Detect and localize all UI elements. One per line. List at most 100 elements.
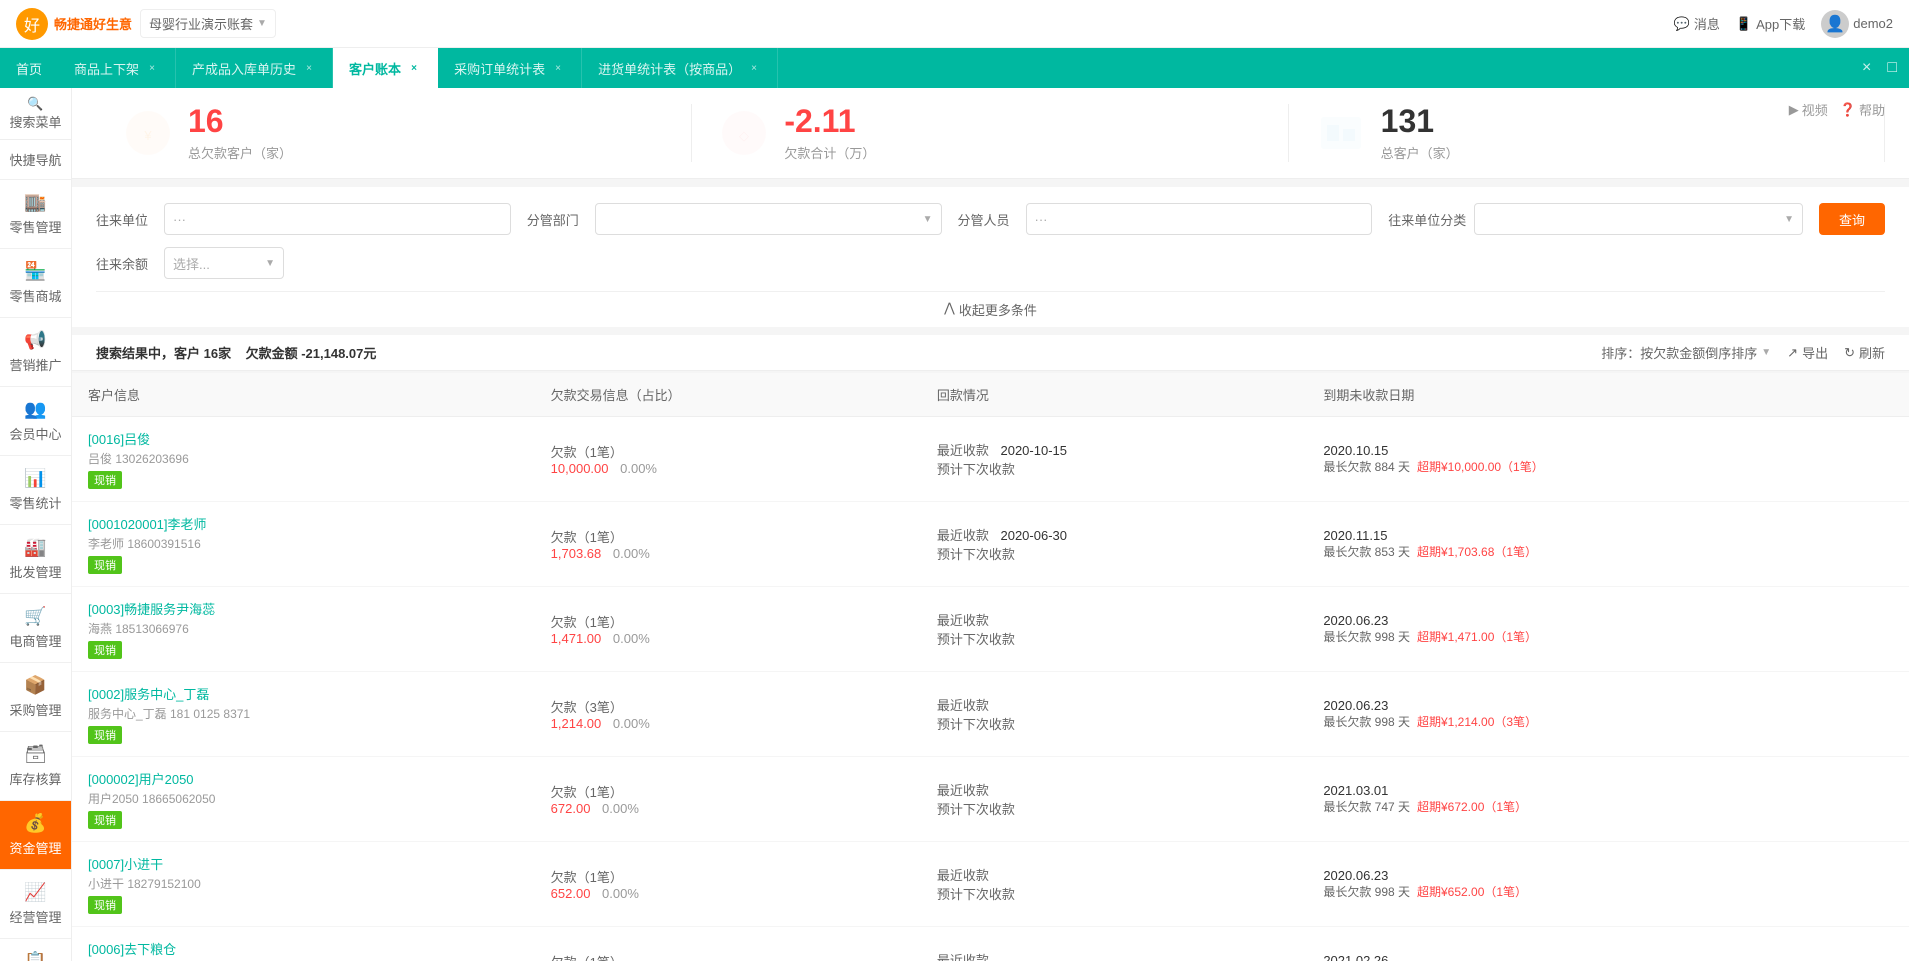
customer-tag: 现销	[88, 896, 122, 914]
window-maximize-button[interactable]: □	[1883, 55, 1901, 81]
cell-collection-info: 最近收款 预计下次收款	[921, 757, 1307, 842]
store-select[interactable]: 母婴行业演示账套 ▼	[140, 9, 276, 38]
overdue-amount-link[interactable]: 超期¥1,471.00（1笔）	[1417, 630, 1537, 644]
manager-input[interactable]: ···	[1026, 203, 1373, 235]
due-date: 2020.10.15	[1323, 443, 1893, 458]
app-download-button[interactable]: 📱 App下载	[1736, 14, 1805, 33]
stats-row: ¥ 16 总欠款客户（家） ◇ -2.11 欠款合计（	[72, 88, 1909, 179]
overdue-amount-link[interactable]: 超期¥672.00（1笔）	[1417, 800, 1527, 814]
sidebar-item-marketing[interactable]: 📢 营销推广	[0, 318, 71, 387]
export-button[interactable]: ↗ 导出	[1787, 343, 1828, 362]
next-collect: 预计下次收款	[937, 544, 1291, 563]
sidebar-item-basic-info[interactable]: 📋 基础信息	[0, 939, 71, 961]
filter-unit-category: 往来单位分类 ▼	[1388, 203, 1803, 235]
last-collect: 最近收款	[937, 610, 1291, 629]
sidebar-quick-nav[interactable]: 快捷导航	[0, 140, 71, 180]
sidebar-item-operations[interactable]: 📈 经营管理	[0, 870, 71, 939]
basic-info-icon: 📋	[24, 951, 46, 961]
avatar: 👤	[1821, 10, 1849, 38]
last-collect: 最近收款	[937, 780, 1291, 799]
table-row: [0006]去下粮仓 陈小册 现销 欠款（1笔） 455.90 0.00% 最近…	[72, 927, 1909, 961]
customer-name-link[interactable]: [0002]服务中心_丁磊	[88, 687, 209, 702]
customer-tag: 现销	[88, 641, 122, 659]
help-icon: ❓	[1840, 102, 1856, 118]
sidebar-item-retail-stats[interactable]: 📊 零售统计	[0, 456, 71, 525]
customer-name-link[interactable]: [0007]小进干	[88, 857, 163, 872]
retail-stats-icon: 📊	[24, 468, 46, 489]
sidebar: 🔍 搜索菜单 快捷导航 🏬 零售管理 🏪 零售商城 📢 营销推广 👥 会员中心 …	[0, 88, 72, 961]
debt-total-label: 欠款合计（万）	[784, 143, 1263, 162]
user-menu[interactable]: 👤 demo2	[1821, 10, 1893, 38]
sidebar-item-finance[interactable]: 💰 资金管理	[0, 801, 71, 870]
filter-area: 往来单位 ··· 分管部门 ▼ 分管人员 ·	[72, 187, 1909, 327]
tab-close-icon[interactable]: ×	[407, 61, 421, 75]
sidebar-item-wholesale[interactable]: 🏭 批发管理	[0, 525, 71, 594]
cell-customer-info: [0002]服务中心_丁磊 服务中心_丁磊 181 0125 8371 现销	[72, 672, 535, 757]
due-date: 2020.06.23	[1323, 698, 1893, 713]
division-select[interactable]: ▼	[595, 203, 942, 235]
overdue-info: 最长欠款 998 天 超期¥1,214.00（3笔）	[1323, 713, 1893, 730]
overdue-amount-link[interactable]: 超期¥1,703.68（1笔）	[1417, 545, 1537, 559]
tab-close-icon[interactable]: ×	[551, 61, 565, 75]
customer-name-link[interactable]: [0001020001]李老师	[88, 517, 207, 532]
tab-inbound-summary[interactable]: 进货单统计表（按商品） ×	[582, 48, 778, 88]
balance-label: 往来余额	[96, 254, 156, 273]
tab-home[interactable]: 首页	[0, 48, 58, 88]
sidebar-search[interactable]: 🔍 搜索菜单	[0, 88, 71, 140]
source-unit-input[interactable]: ···	[164, 203, 511, 235]
balance-select[interactable]: 选择... ▼	[164, 247, 284, 279]
customer-name-link[interactable]: [000002]用户2050	[88, 772, 194, 787]
tab-purchase-order-summary[interactable]: 采购订单统计表 ×	[438, 48, 582, 88]
sidebar-item-member[interactable]: 👥 会员中心	[0, 387, 71, 456]
cell-due-date: 2020.06.23 最长欠款 998 天 超期¥1,471.00（1笔）	[1307, 587, 1909, 672]
tab-close-icon[interactable]: ×	[145, 61, 159, 75]
messages-button[interactable]: 💬 消息	[1674, 14, 1720, 33]
sort-select[interactable]: 排序：按欠款金额倒序排序 ▼	[1601, 343, 1771, 362]
overdue-amount-link[interactable]: 超期¥10,000.00（1笔）	[1417, 460, 1544, 474]
tab-close-icon[interactable]: ×	[302, 61, 316, 75]
customer-name-link[interactable]: [0006]去下粮仓	[88, 942, 176, 957]
finance-icon: 💰	[24, 813, 46, 834]
overdue-amount-link[interactable]: 超期¥1,214.00（3笔）	[1417, 715, 1537, 729]
query-button[interactable]: 查询	[1819, 203, 1885, 235]
tab-close-icon[interactable]: ×	[747, 61, 761, 75]
tab-products-on-off[interactable]: 商品上下架 ×	[58, 48, 176, 88]
due-date: 2020.06.23	[1323, 613, 1893, 628]
collapse-row[interactable]: ⋀ 收起更多条件	[96, 291, 1885, 327]
refresh-button[interactable]: ↻ 刷新	[1844, 343, 1885, 362]
total-customers-label: 总客户（家）	[1381, 143, 1860, 162]
overdue-amount-link[interactable]: 超期¥652.00（1笔）	[1417, 885, 1527, 899]
sidebar-item-ecommerce[interactable]: 🛒 电商管理	[0, 594, 71, 663]
window-close-button[interactable]: ×	[1858, 55, 1875, 81]
customer-phone: 吕俊 13026203696	[88, 450, 519, 467]
tab-product-history[interactable]: 产成品入库单历史 ×	[176, 48, 333, 88]
cell-debt-info: 欠款（1笔） 455.90 0.00%	[535, 927, 921, 961]
search-icon: 🔍	[8, 96, 63, 112]
table-row: [0001020001]李老师 李老师 18600391516 现销 欠款（1笔…	[72, 502, 1909, 587]
cell-due-date: 2020.06.23 最长欠款 998 天 超期¥652.00（1笔）	[1307, 842, 1909, 927]
help-button[interactable]: ❓ 帮助	[1840, 100, 1885, 119]
customer-name-link[interactable]: [0016]吕俊	[88, 432, 150, 447]
cell-customer-info: [0001020001]李老师 李老师 18600391516 现销	[72, 502, 535, 587]
customer-tag: 现销	[88, 726, 122, 744]
play-icon: ▶	[1789, 102, 1799, 118]
col-header-due-date: 到期未收款日期	[1307, 373, 1909, 417]
sidebar-item-inventory[interactable]: 🗃 库存核算	[0, 732, 71, 801]
view-button[interactable]: ▶ 视频	[1789, 100, 1828, 119]
filter-row-2: 往来余额 选择... ▼	[96, 247, 1885, 279]
sidebar-item-purchase[interactable]: 📦 采购管理	[0, 663, 71, 732]
sidebar-item-retail-mall[interactable]: 🏪 零售商城	[0, 249, 71, 318]
table-body: [0016]吕俊 吕俊 13026203696 现销 欠款（1笔） 10,000…	[72, 417, 1909, 961]
customer-name-link[interactable]: [0003]畅捷服务尹海蕊	[88, 602, 215, 617]
total-customers-icon	[1313, 105, 1369, 161]
stat-info-debt-customers: 16 总欠款客户（家）	[188, 104, 667, 162]
unit-category-chevron-icon: ▼	[1784, 214, 1794, 225]
retail-mgmt-icon: 🏬	[24, 192, 46, 213]
tab-customer-account[interactable]: 客户账本 ×	[333, 48, 438, 88]
customer-phone: 海燕 18513066976	[88, 620, 519, 637]
due-date: 2020.11.15	[1323, 528, 1893, 543]
retail-mall-icon: 🏪	[24, 261, 46, 282]
sidebar-item-retail-mgmt[interactable]: 🏬 零售管理	[0, 180, 71, 249]
unit-category-select[interactable]: ▼	[1474, 203, 1803, 235]
debt-count: 欠款（1笔）	[551, 612, 905, 631]
